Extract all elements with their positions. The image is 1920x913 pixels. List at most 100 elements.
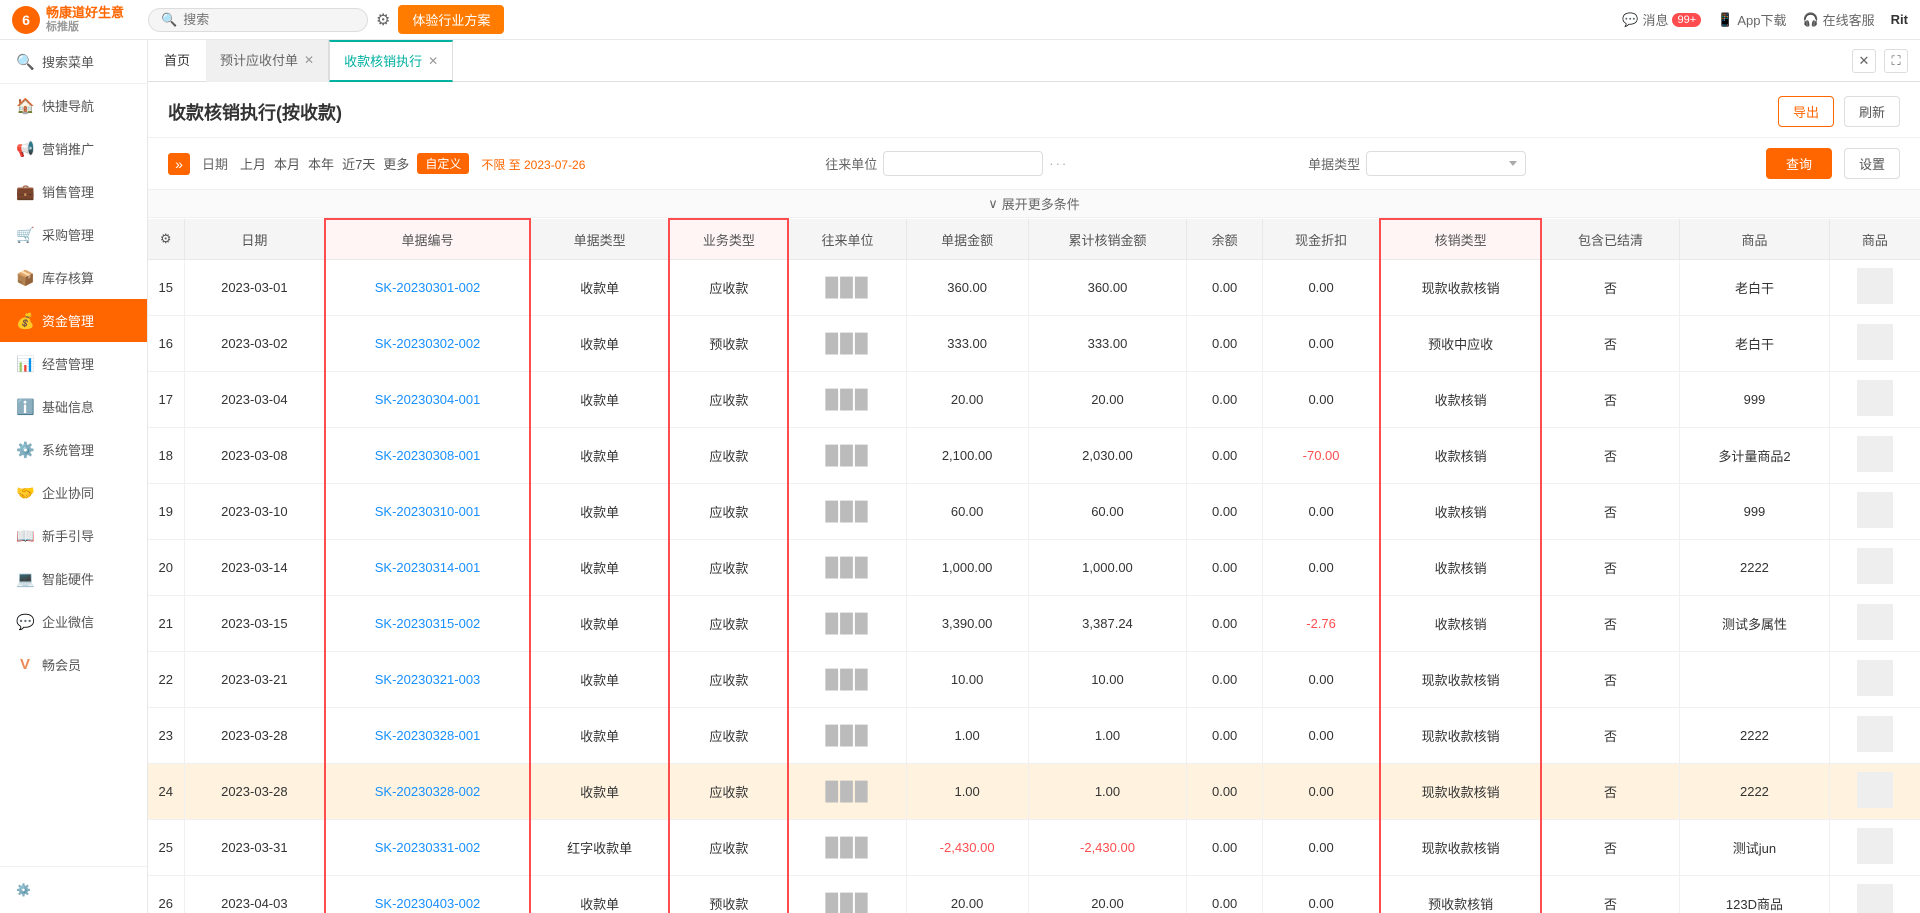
th-doc-type[interactable]: 单据类型 [530,219,670,260]
industry-btn[interactable]: 体验行业方案 [398,5,504,34]
cell-doc-type: 收款单 [530,652,670,708]
filter-settings-btn[interactable]: 设置 [1844,148,1900,179]
message-action[interactable]: 💬 消息 99+ [1622,10,1701,29]
cell-goods2 [1829,764,1920,820]
top-search-input[interactable] [183,12,359,27]
guide-icon: 📖 [16,527,34,545]
doc-no-link[interactable]: SK-20230304-001 [375,392,481,407]
sidebar-item-wechat[interactable]: 💬 企业微信 [0,600,147,643]
receipt-type-select[interactable] [1366,151,1526,176]
sidebar-item-guide[interactable]: 📖 新手引导 [0,514,147,557]
sidebar-item-operations[interactable]: 📊 经营管理 [0,342,147,385]
content-area: 首页 预计应收付单 ✕ 收款核销执行 ✕ ✕ ⛶ 收款核销执行( [148,40,1920,913]
message-badge: 99+ [1672,13,1701,27]
filter-bar: » 日期 上月 本月 本年 近7天 更多 自定义 不限 至 2023-07-26 [148,138,1920,190]
top-search-box[interactable]: 🔍 [148,8,368,32]
operations-icon: 📊 [16,355,34,373]
maximize-tab-btn[interactable]: ⛶ [1884,49,1908,73]
app-name: 畅康道好生意 [46,5,124,21]
date-this-month[interactable]: 本月 [274,154,300,173]
cell-include-settled: 否 [1541,876,1680,913]
sidebar-settings-btn[interactable]: ⚙️ [0,875,147,905]
wechat-icon: 💬 [16,613,34,631]
sidebar-item-system[interactable]: ⚙️ 系统管理 [0,428,147,471]
th-biz-type[interactable]: 业务类型 [669,219,788,260]
th-goods2[interactable]: 商品 [1829,219,1920,260]
sidebar-item-enterprise[interactable]: 🤝 企业协同 [0,471,147,514]
th-balance[interactable]: 余额 [1187,219,1262,260]
th-verify-type[interactable]: 核销类型 [1380,219,1540,260]
cell-cash-discount: 0.00 [1262,708,1380,764]
sidebar-item-hardware[interactable]: 💻 智能硬件 [0,557,147,600]
cell-doc-no: SK-20230403-002 [325,876,530,913]
doc-no-link[interactable]: SK-20230321-003 [375,672,481,687]
tab-payable-close[interactable]: ✕ [304,53,314,67]
th-partner[interactable]: 往来单位 [788,219,906,260]
sidebar-item-search[interactable]: 🔍 搜索菜单 [0,40,147,84]
doc-no-link[interactable]: SK-20230314-001 [375,560,481,575]
th-doc-no[interactable]: 单据编号 [325,219,530,260]
settings-gear-icon[interactable]: ⚙ [376,10,390,30]
app-download-action[interactable]: 📱 App下载 [1717,10,1786,29]
cell-no: 20 [148,540,184,596]
cell-no: 24 [148,764,184,820]
cell-no: 18 [148,428,184,484]
th-goods[interactable]: 商品 [1680,219,1830,260]
doc-no-link[interactable]: SK-20230403-002 [375,896,481,911]
cell-cumulative: 333.00 [1028,316,1187,372]
sidebar-item-sales[interactable]: 💼 销售管理 [0,170,147,213]
th-date[interactable]: 日期 [184,219,325,260]
tab-collection-close[interactable]: ✕ [428,54,438,68]
cell-date: 2023-04-03 [184,876,325,913]
tab-payable[interactable]: 预计应收付单 ✕ [206,40,329,82]
sidebar-item-finance[interactable]: 💰 资金管理 [0,299,147,342]
cell-goods2 [1829,260,1920,316]
doc-no-link[interactable]: SK-20230302-002 [375,336,481,351]
th-cash-discount[interactable]: 现金折扣 [1262,219,1380,260]
sidebar-item-inventory[interactable]: 📦 库存核算 [0,256,147,299]
date-this-year[interactable]: 本年 [308,154,334,173]
receipt-type-label: 单据类型 [1308,154,1360,173]
sidebar-item-basic[interactable]: ℹ️ 基础信息 [0,385,147,428]
date-7days[interactable]: 近7天 [342,154,375,173]
date-last-month[interactable]: 上月 [240,154,266,173]
expand-conditions-btn[interactable]: ∨ 展开更多条件 [988,194,1080,213]
doc-no-link[interactable]: SK-20230310-001 [375,504,481,519]
close-tab-btn[interactable]: ✕ [1852,49,1876,73]
doc-no-link[interactable]: SK-20230301-002 [375,280,481,295]
sidebar-item-purchase[interactable]: 🛒 采购管理 [0,213,147,256]
doc-no-link[interactable]: SK-20230315-002 [375,616,481,631]
refresh-btn[interactable]: 刷新 [1844,96,1900,127]
user-name: Rit [1891,12,1908,27]
doc-no-link[interactable]: SK-20230331-002 [375,840,481,855]
partner-input[interactable] [883,151,1043,176]
doc-no-link[interactable]: SK-20230308-001 [375,448,481,463]
doc-no-link[interactable]: SK-20230328-001 [375,728,481,743]
tab-home[interactable]: 首页 [148,40,206,82]
filter-toggle-btn[interactable]: » [168,153,190,175]
sidebar-item-marketing[interactable]: 📢 营销推广 [0,127,147,170]
cell-partner: ███ [788,540,906,596]
th-cumulative[interactable]: 累计核销金额 [1028,219,1187,260]
online-support-action[interactable]: 🎧 在线客服 [1802,10,1874,29]
cell-balance: 0.00 [1187,764,1262,820]
cell-cash-discount: 0.00 [1262,316,1380,372]
doc-no-link[interactable]: SK-20230328-002 [375,784,481,799]
sidebar-item-member[interactable]: V 畅会员 [0,643,147,686]
export-btn[interactable]: 导出 [1778,96,1834,127]
th-gear[interactable]: ⚙ [148,219,184,260]
cell-goods: 2222 [1680,540,1830,596]
date-custom-btn[interactable]: 自定义 [417,153,469,174]
date-more[interactable]: 更多 [383,154,409,173]
query-btn[interactable]: 查询 [1766,148,1832,179]
tab-collection[interactable]: 收款核销执行 ✕ [329,40,453,82]
th-include-settled[interactable]: 包含已结清 [1541,219,1680,260]
cell-amount: 3,390.00 [906,596,1028,652]
user-action[interactable]: Rit [1891,12,1908,27]
cell-goods2 [1829,596,1920,652]
cell-include-settled: 否 [1541,708,1680,764]
table-row: 25 2023-03-31 SK-20230331-002 红字收款单 应收款 … [148,820,1920,876]
th-amount[interactable]: 单据金额 [906,219,1028,260]
sidebar-item-quicknav[interactable]: 🏠 快捷导航 [0,84,147,127]
top-bar: 6 畅康道好生意 标推版 🔍 ⚙ 体验行业方案 💬 消息 99+ 📱 App下载… [0,0,1920,40]
